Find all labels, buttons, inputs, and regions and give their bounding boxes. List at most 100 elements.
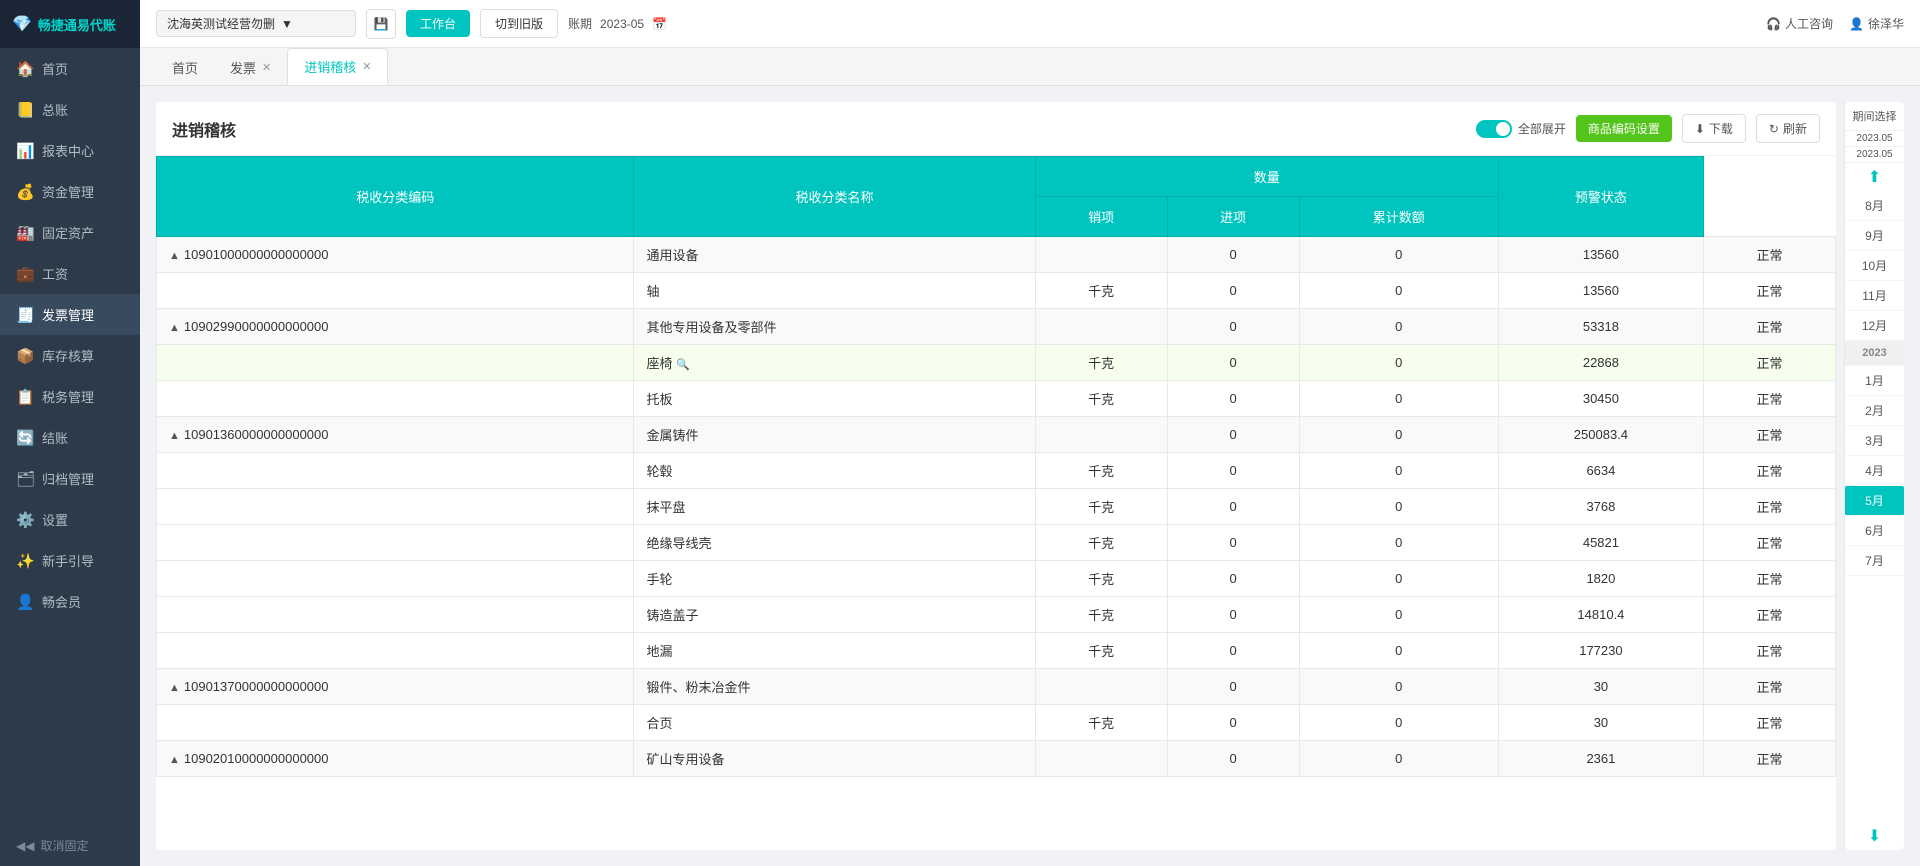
company-selector[interactable]: 沈海英测试经营勿删 ▼ xyxy=(156,10,356,37)
month-item[interactable]: 3月 xyxy=(1845,426,1904,456)
cell-total: 250083.4 xyxy=(1498,417,1703,453)
sidebar-item-fund[interactable]: 💰 资金管理 xyxy=(0,171,140,212)
cell-purchase: 0 xyxy=(1299,705,1498,741)
sidebar-item-member[interactable]: 👤 畅会员 xyxy=(0,581,140,622)
search-icon[interactable]: 🔍 xyxy=(676,359,690,371)
sidebar-label-settle: 结账 xyxy=(42,428,68,447)
month-item[interactable]: 9月 xyxy=(1845,221,1904,251)
cell-purchase: 0 xyxy=(1299,525,1498,561)
cell-purchase: 0 xyxy=(1299,489,1498,525)
col-header-code: 税收分类编码 xyxy=(157,157,634,237)
old-version-button[interactable]: 切到旧版 xyxy=(480,9,558,38)
sidebar-footer-label: 取消固定 xyxy=(40,837,88,854)
cell-name: 托板 xyxy=(634,381,1035,417)
month-item[interactable]: 11月 xyxy=(1845,281,1904,311)
cell-sale: 0 xyxy=(1167,237,1299,273)
table-row: 铸造盖子千克0014810.4正常 xyxy=(157,597,1836,633)
up-arrow-button[interactable]: ⬆ xyxy=(1845,163,1904,191)
cell-purchase: 0 xyxy=(1299,669,1498,705)
table-row: 地漏千克00177230正常 xyxy=(157,633,1836,669)
down-arrow-button[interactable]: ⬇ xyxy=(1845,822,1904,850)
cell-total: 14810.4 xyxy=(1498,597,1703,633)
calendar-icon[interactable]: 📅 xyxy=(652,17,667,31)
cell-sale: 0 xyxy=(1167,273,1299,309)
expand-icon[interactable]: ▲ xyxy=(169,322,180,334)
cell-name: 地漏 xyxy=(634,633,1035,669)
workspace-button[interactable]: 工作台 xyxy=(406,10,470,37)
cell-status: 正常 xyxy=(1703,381,1835,417)
cell-status: 正常 xyxy=(1703,237,1835,273)
sidebar-label-fund: 资金管理 xyxy=(42,182,94,201)
tab-reconcile[interactable]: 进销稽核 ✕ xyxy=(287,48,388,85)
month-item[interactable]: 4月 xyxy=(1845,456,1904,486)
member-icon: 👤 xyxy=(16,593,34,611)
tab-invoice[interactable]: 发票 ✕ xyxy=(214,50,287,85)
cell-purchase: 0 xyxy=(1299,345,1498,381)
sidebar-item-home[interactable]: 🏠 首页 xyxy=(0,48,140,89)
cell-total: 177230 xyxy=(1498,633,1703,669)
download-button[interactable]: ⬇ 下载 xyxy=(1682,114,1746,143)
cell-sale: 0 xyxy=(1167,525,1299,561)
month-item[interactable]: 8月 xyxy=(1845,191,1904,221)
sidebar-item-stock[interactable]: 📦 库存核算 xyxy=(0,335,140,376)
panel-actions: 全部展开 商品编码设置 ⬇ 下载 ↻ 刷新 xyxy=(1476,114,1820,143)
cell-unit: 千克 xyxy=(1035,633,1167,669)
cell-total: 3768 xyxy=(1498,489,1703,525)
cell-sale: 0 xyxy=(1167,669,1299,705)
table-row: 轴千克0013560正常 xyxy=(157,273,1836,309)
cell-status: 正常 xyxy=(1703,597,1835,633)
toggle-switch[interactable] xyxy=(1476,120,1512,138)
year-label: 2023 xyxy=(1845,341,1904,366)
cell-purchase: 0 xyxy=(1299,741,1498,777)
tab-home[interactable]: 首页 xyxy=(156,50,214,85)
col-header-name: 税收分类名称 xyxy=(634,157,1035,237)
sidebar-item-report[interactable]: 📊 报表中心 xyxy=(0,130,140,171)
expand-icon[interactable]: ▲ xyxy=(169,754,180,766)
col-header-sale: 销项 xyxy=(1035,197,1167,237)
sidebar-item-salary[interactable]: 💼 工资 xyxy=(0,253,140,294)
sidebar-item-settle[interactable]: 🔄 结账 xyxy=(0,417,140,458)
product-code-button[interactable]: 商品编码设置 xyxy=(1576,115,1672,142)
tab-invoice-close[interactable]: ✕ xyxy=(262,61,271,74)
cell-unit: 千克 xyxy=(1035,453,1167,489)
month-item[interactable]: 7月 xyxy=(1845,546,1904,576)
service-button[interactable]: 🎧 人工咨询 xyxy=(1766,15,1833,32)
month-item[interactable]: 12月 xyxy=(1845,311,1904,341)
sidebar-item-invoice[interactable]: 🧾 发票管理 xyxy=(0,294,140,335)
month-item[interactable]: 10月 xyxy=(1845,251,1904,281)
user-menu[interactable]: 👤 徐泽华 xyxy=(1849,15,1904,32)
cell-total: 1820 xyxy=(1498,561,1703,597)
refresh-button[interactable]: ↻ 刷新 xyxy=(1756,114,1820,143)
cell-purchase: 0 xyxy=(1299,453,1498,489)
cell-purchase: 0 xyxy=(1299,597,1498,633)
expand-icon[interactable]: ▲ xyxy=(169,430,180,442)
cell-total: 30 xyxy=(1498,705,1703,741)
month-item[interactable]: 1月 xyxy=(1845,366,1904,396)
expand-icon[interactable]: ▲ xyxy=(169,682,180,694)
main-area: 沈海英测试经营勿删 ▼ 💾 工作台 切到旧版 账期 2023-05 📅 🎧 人工… xyxy=(140,0,1920,866)
sidebar-item-ledger[interactable]: 📒 总账 xyxy=(0,89,140,130)
tab-reconcile-close[interactable]: ✕ xyxy=(362,60,371,73)
sidebar-item-archive[interactable]: 🗂 归档管理 xyxy=(0,458,140,499)
cell-sale: 0 xyxy=(1167,417,1299,453)
table-row: ▲10902990000000000000其他专用设备及零部件0053318正常 xyxy=(157,309,1836,345)
topbar-right: 🎧 人工咨询 👤 徐泽华 xyxy=(1766,15,1904,32)
download-label: 下载 xyxy=(1709,120,1733,137)
sidebar-item-tax[interactable]: 📋 税务管理 xyxy=(0,376,140,417)
sidebar-label-tax: 税务管理 xyxy=(42,387,94,406)
table-row: 托板千克0030450正常 xyxy=(157,381,1836,417)
table-row: ▲10901000000000000000通用设备0013560正常 xyxy=(157,237,1836,273)
cell-purchase: 0 xyxy=(1299,561,1498,597)
month-item[interactable]: 2月 xyxy=(1845,396,1904,426)
app-logo: 💎 畅捷通易代账 xyxy=(0,0,140,48)
expand-icon[interactable]: ▲ xyxy=(169,250,180,262)
sidebar-footer-pin[interactable]: ◀◀ 取消固定 xyxy=(0,825,140,866)
sidebar-item-assets[interactable]: 🏭 固定资产 xyxy=(0,212,140,253)
sidebar-item-guide[interactable]: ✨ 新手引导 xyxy=(0,540,140,581)
month-item[interactable]: 5月 xyxy=(1845,486,1904,516)
save-button[interactable]: 💾 xyxy=(366,9,396,39)
toggle-all-control[interactable]: 全部展开 xyxy=(1476,120,1566,138)
month-item[interactable]: 6月 xyxy=(1845,516,1904,546)
table-row: 轮毂千克006634正常 xyxy=(157,453,1836,489)
sidebar-item-settings[interactable]: ⚙️ 设置 xyxy=(0,499,140,540)
